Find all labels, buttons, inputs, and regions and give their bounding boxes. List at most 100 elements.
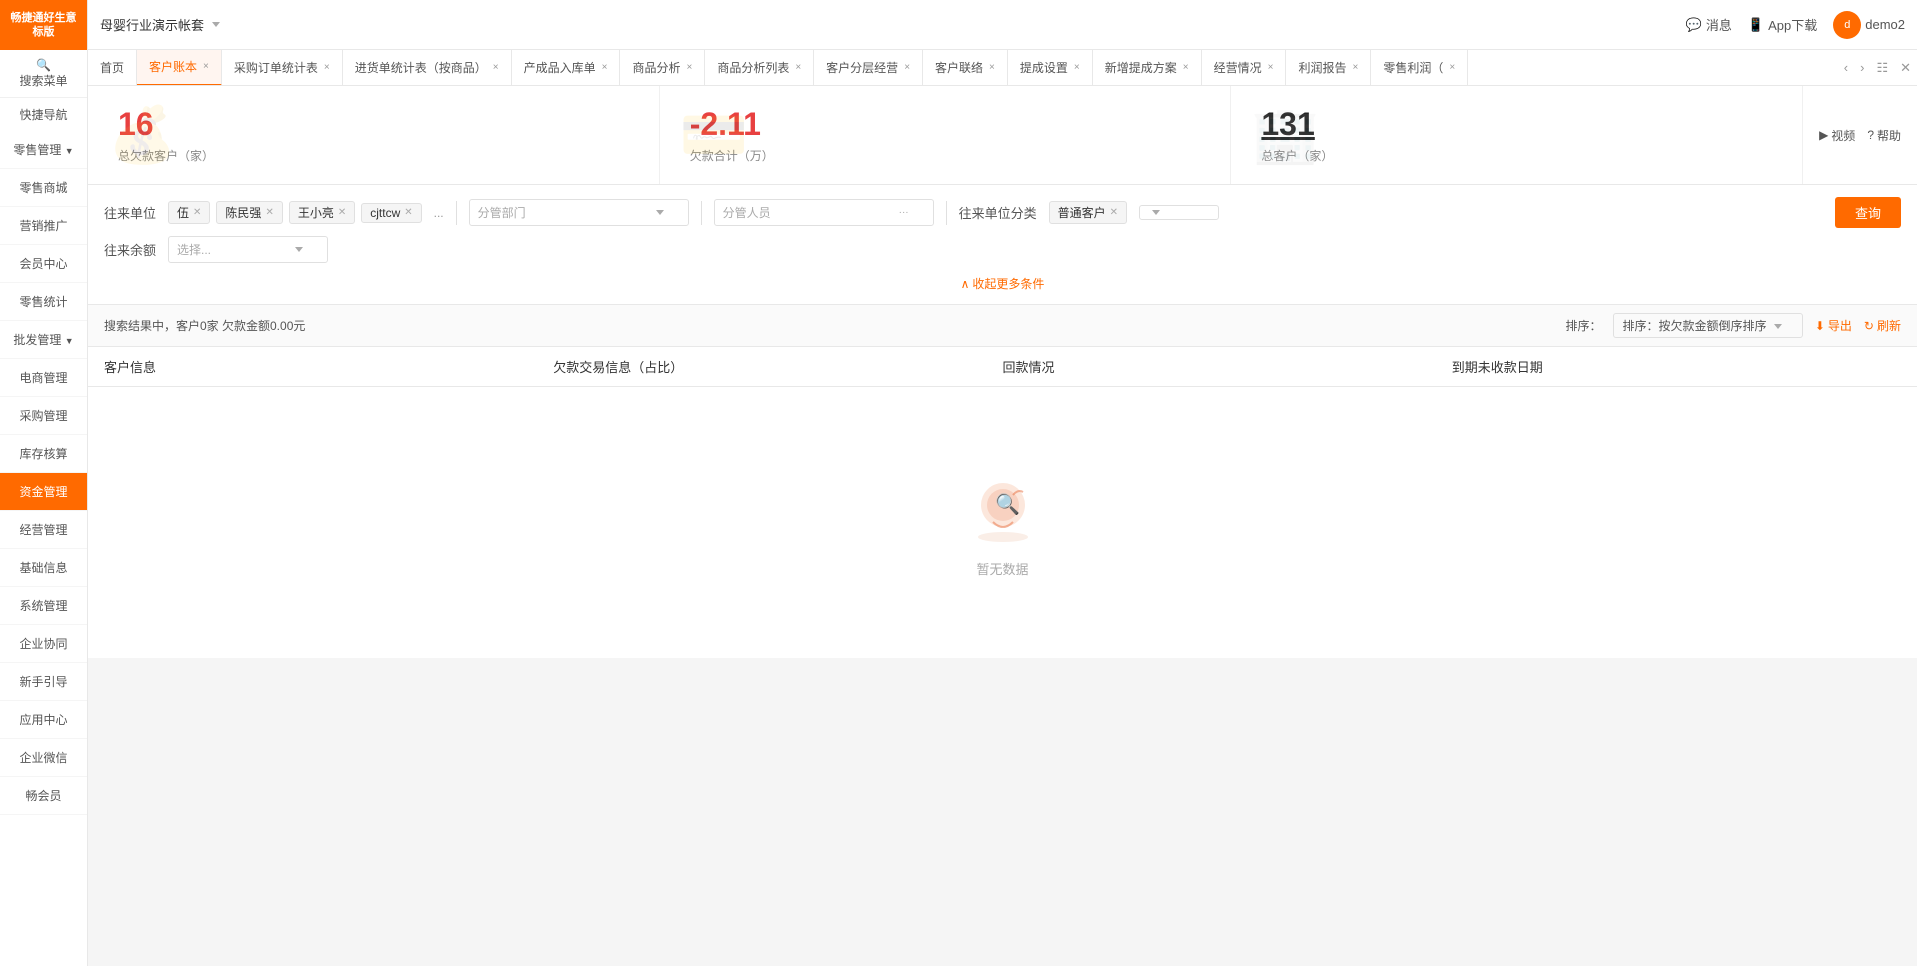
tab-expand-btn[interactable]: ☷ [1870,50,1894,86]
sidebar-item-enterprise-wechat[interactable]: 企业微信 [0,739,87,777]
sidebar-item-marketing[interactable]: 营销推广 [0,207,87,245]
column-header: 回款情况 [1003,357,1452,376]
sidebar-item-basic-info[interactable]: 基础信息 [0,549,87,587]
sidebar-item-inventory[interactable]: 库存核算 [0,435,87,473]
tab-customer-tier[interactable]: 客户分层经营× [814,50,923,86]
tab-product-analysis-list[interactable]: 商品分析列表× [705,50,814,86]
tab-close-product-analysis-list[interactable]: × [795,62,801,73]
account-selector[interactable]: 母婴行业演示帐套 [100,15,220,34]
tab-home[interactable]: 首页 [88,50,137,86]
unit-type-tags: 普通客户 ✕ [1049,201,1127,224]
search-icon: 🔍 [36,58,51,72]
video-link[interactable]: ▶ 视频 [1819,127,1855,144]
app-download-btn[interactable]: 📱 App下载 [1748,15,1817,34]
tab-profit-report[interactable]: 利润报告× [1286,50,1371,86]
tab-next-btn[interactable]: › [1854,50,1870,86]
tab-operations-status[interactable]: 经营情况× [1202,50,1287,86]
sidebar-item-member[interactable]: 会员中心 [0,245,87,283]
sidebar-item-app-center[interactable]: 应用中心 [0,701,87,739]
sidebar-quick-nav[interactable]: 快捷导航 [0,98,87,131]
tag-close[interactable]: ✕ [338,207,346,218]
tab-close-operations-status[interactable]: × [1268,62,1274,73]
unit-type-tag-close[interactable]: ✕ [1110,207,1118,218]
person-more-icon: ··· [899,207,909,218]
unit-filter-label: 往来单位 [104,203,156,222]
help-link[interactable]: ? 帮助 [1867,127,1901,144]
tab-close-purchase-order-stats[interactable]: × [324,62,330,73]
filter-row-1: 往来单位 伍✕ 陈民强✕ 王小亮✕ cjttcw✕ ... 分管部门 分管人员 ···… [104,197,1901,228]
message-btn[interactable]: 💬 消息 [1686,15,1732,34]
tag-close[interactable]: ✕ [404,207,412,218]
tag-close[interactable]: ✕ [193,207,201,218]
tab-close-customer-account[interactable]: × [203,61,209,72]
sidebar-item-retail-stats[interactable]: 零售统计 [0,283,87,321]
stat-total-credit-amount: 💳 -2.11 欠款合计（万） [660,86,1232,184]
refresh-btn[interactable]: ↻ 刷新 [1864,317,1901,334]
tab-new-raise-plan[interactable]: 新增提成方案× [1093,50,1202,86]
tab-customer-contact[interactable]: 客户联络× [923,50,1008,86]
tab-close-customer-tier[interactable]: × [904,62,910,73]
tab-close-profit-report[interactable]: × [1352,62,1358,73]
unit-type-chevron-icon [1152,210,1160,215]
unit-type-select[interactable] [1139,205,1219,220]
sidebar-item-new-guide[interactable]: 新手引导 [0,663,87,701]
tab-close-production-inbound[interactable]: × [602,62,608,73]
refresh-icon: ↻ [1864,319,1874,333]
tab-retail-profit[interactable]: 零售利润（× [1371,50,1468,86]
tab-production-inbound[interactable]: 产成品入库单× [512,50,621,86]
tag-close[interactable]: ✕ [265,207,273,218]
sidebar-item-operations[interactable]: 经营管理 [0,511,87,549]
sidebar-search[interactable]: 🔍 搜索菜单 [0,50,87,98]
main-area: 母婴行业演示帐套 💬 消息 📱 App下载 d demo2 首页客户账本×采购订… [88,0,1917,966]
filter-tag-伍[interactable]: 伍✕ [168,201,210,224]
dept-filter[interactable]: 分管部门 [469,199,689,226]
tab-close-retail-profit[interactable]: × [1449,62,1455,73]
collapse-btn[interactable]: ∧ 收起更多条件 [961,275,1045,292]
sidebar-item-purchase[interactable]: 采购管理 [0,397,87,435]
filter-more-btn[interactable]: ... [434,206,444,220]
tab-close-raise-settings[interactable]: × [1074,62,1080,73]
sort-select[interactable]: 排序：按欠款金额倒序排序 [1613,313,1802,338]
help-icon: ? [1867,128,1874,142]
tab-prev-btn[interactable]: ‹ [1838,50,1854,86]
tab-close-customer-contact[interactable]: × [989,62,995,73]
unit-type-tag[interactable]: 普通客户 ✕ [1049,201,1127,224]
sidebar-item-enterprise-coop[interactable]: 企业协同 [0,625,87,663]
sidebar-item-retail-mall[interactable]: 零售商城 [0,169,87,207]
dept-filter-label: 分管部门 [478,204,648,221]
sidebar-item-member2[interactable]: 畅会员 [0,777,87,815]
column-header: 到期未收款日期 [1452,357,1901,376]
tab-inbound-stats[interactable]: 进货单统计表（按商品）× [343,50,512,86]
sidebar-item-wholesale[interactable]: 批发管理 ▼ [0,321,87,359]
filter-tag-王小亮[interactable]: 王小亮✕ [289,201,355,224]
balance-filter-label: 往来余额 [104,240,156,259]
sidebar-item-finance[interactable]: 资金管理 [0,473,87,511]
balance-filter[interactable]: 选择... [168,236,328,263]
sidebar-item-retail-mgmt[interactable]: 零售管理 ▼ [0,131,87,169]
export-btn[interactable]: ⬇ 导出 [1815,317,1852,334]
tab-close-product-analysis[interactable]: × [686,62,692,73]
tabbar: 首页客户账本×采购订单统计表×进货单统计表（按商品）×产成品入库单×商品分析×商… [88,50,1917,86]
topbar-right: 💬 消息 📱 App下载 d demo2 [1686,11,1905,39]
result-bar-right: 排序： 排序：按欠款金额倒序排序 ⬇ 导出 ↻ 刷新 [1565,313,1901,338]
stat-total-credit-customers: 💰 16 总欠款客户（家） [88,86,660,184]
tab-customer-account[interactable]: 客户账本× [137,50,222,86]
tab-close-new-raise-plan[interactable]: × [1183,62,1189,73]
sidebar-item-system[interactable]: 系统管理 [0,587,87,625]
tab-raise-settings[interactable]: 提成设置× [1008,50,1093,86]
collapse-row: ∧ 收起更多条件 [104,271,1901,292]
query-button[interactable]: 查询 [1835,197,1901,228]
user-menu[interactable]: d demo2 [1833,11,1905,39]
tab-product-analysis[interactable]: 商品分析× [620,50,705,86]
filter-tag-cjttcw[interactable]: cjttcw✕ [361,203,421,223]
tab-purchase-order-stats[interactable]: 采购订单统计表× [222,50,343,86]
tab-close-inbound-stats[interactable]: × [493,62,499,73]
sidebar-nav: 零售管理 ▼零售商城营销推广会员中心零售统计批发管理 ▼电商管理采购管理库存核算… [0,131,87,815]
filter-tag-陈民强[interactable]: 陈民强✕ [216,201,282,224]
topbar-left: 母婴行业演示帐套 [100,15,220,34]
sidebar-item-ecommerce[interactable]: 电商管理 [0,359,87,397]
tab-close-all-btn[interactable]: ✕ [1894,50,1917,86]
person-filter[interactable]: 分管人员 ··· [714,199,934,226]
stat-total-customers: 🏢 131 总客户（家） [1231,86,1803,184]
empty-state: 🔍 暂无数据 [88,387,1917,658]
